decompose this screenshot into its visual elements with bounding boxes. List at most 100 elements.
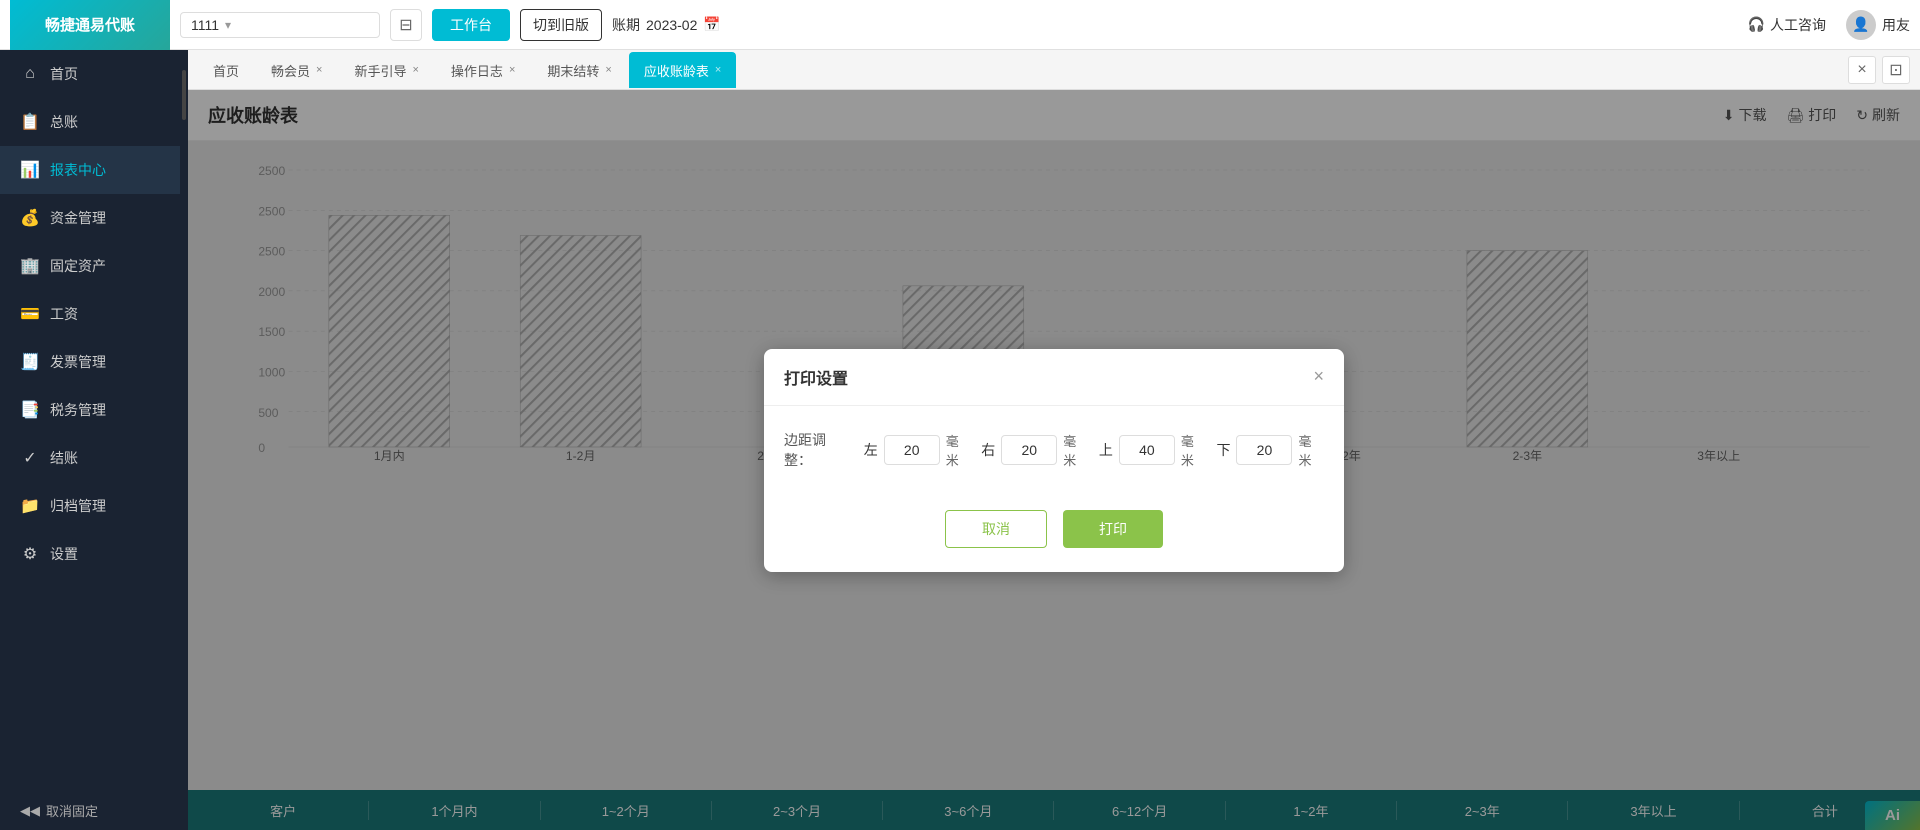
sidebar-item-label: 报表中心 [50,160,106,180]
avatar: 👤 [1846,10,1876,40]
top-unit: 毫米 [1181,431,1207,469]
dialog-close-button[interactable]: × [1313,366,1324,387]
chevron-down-icon: ▾ [225,18,231,32]
user-info[interactable]: 👤 用友 [1846,10,1910,40]
sidebar-item-tax[interactable]: 📑 税务管理 [0,386,180,434]
sidebar-item-checkout[interactable]: ✓ 结账 [0,434,180,482]
sidebar-item-label: 资金管理 [50,208,106,228]
sidebar-item-settings[interactable]: ⚙ 设置 [0,530,180,578]
tab-member-label: 畅会员 [271,61,310,80]
sidebar-scroll-thumb [182,70,186,120]
sidebar-item-label: 发票管理 [50,352,106,372]
expand-button[interactable]: ⊡ [1882,56,1910,84]
margin-right-input[interactable] [1001,435,1057,465]
support-link[interactable]: 🎧 人工咨询 [1748,15,1826,35]
sidebar-scrollbar[interactable] [180,50,188,830]
sidebar-item-reports[interactable]: 📊 报表中心 [0,146,180,194]
margin-top-group: 上 毫米 [1099,431,1207,469]
main-layout: ⌂ 首页 📋 总账 📊 报表中心 💰 资金管理 🏢 固定资产 💳 工资 [0,50,1920,830]
app-logo: 畅捷通易代账 [10,0,170,50]
switch-version-button[interactable]: 切到旧版 [520,9,602,41]
assets-icon: 🏢 [20,256,40,276]
margin-right-group: 右 毫米 [981,431,1089,469]
close-all-tabs-button[interactable]: × [1848,56,1876,84]
sidebar-item-home[interactable]: ⌂ 首页 [0,50,180,98]
home-icon: ⌂ [20,65,40,83]
margin-top-input[interactable] [1119,435,1175,465]
tab-guide-close[interactable]: × [412,64,418,76]
pin-label: 取消固定 [46,801,98,820]
dialog-footer: 取消 打印 [764,494,1344,572]
support-label: 人工咨询 [1770,15,1826,35]
sidebar-item-archive[interactable]: 📁 归档管理 [0,482,180,530]
sidebar-item-label: 税务管理 [50,400,106,420]
sidebar-item-label: 首页 [50,64,78,84]
tab-bar-controls: × ⊡ [1848,56,1910,84]
calendar-icon[interactable]: 📅 [703,16,720,33]
right-unit: 毫米 [1063,431,1089,469]
sidebar: ⌂ 首页 📋 总账 📊 报表中心 💰 资金管理 🏢 固定资产 💳 工资 [0,50,180,830]
margin-left-group: 左 毫米 [864,431,972,469]
headset-icon: 🎧 [1748,16,1765,33]
sidebar-item-label: 结账 [50,448,78,468]
payroll-icon: 💳 [20,304,40,324]
tab-guide[interactable]: 新手引导 × [339,52,433,88]
top-label: 上 [1099,440,1113,460]
tab-period-end-close[interactable]: × [605,64,611,76]
tab-aging-label: 应收账龄表 [644,61,709,80]
sidebar-item-assets[interactable]: 🏢 固定资产 [0,242,180,290]
sidebar-pin-btn[interactable]: ◀◀ 取消固定 [0,791,180,830]
funds-icon: 💰 [20,208,40,228]
sidebar-item-payroll[interactable]: 💳 工资 [0,290,180,338]
tax-icon: 📑 [20,400,40,420]
margin-bottom-input[interactable] [1236,435,1292,465]
print-settings-dialog: 打印设置 × 边距调整： 左 毫米 右 [764,349,1344,572]
tab-period-end[interactable]: 期末结转 × [532,52,626,88]
dialog-header: 打印设置 × [764,349,1344,406]
tab-aging-close[interactable]: × [715,64,721,76]
company-name: 1111 [191,17,219,33]
bottom-label: 下 [1216,440,1230,460]
margin-bottom-group: 下 毫米 [1216,431,1324,469]
bottom-unit: 毫米 [1298,431,1324,469]
page-content: 应收账龄表 ⬇ 下载 🖨 打印 ↻ 刷新 [188,90,1920,830]
tab-member[interactable]: 畅会员 × [256,52,337,88]
archive-icon: 📁 [20,496,40,516]
sidebar-item-label: 总账 [50,112,78,132]
tab-guide-label: 新手引导 [354,61,406,80]
cancel-button[interactable]: 取消 [945,510,1047,548]
settings-icon: ⚙ [20,544,40,564]
tab-log-close[interactable]: × [509,64,515,76]
sidebar-item-invoice[interactable]: 🧾 发票管理 [0,338,180,386]
dialog-body: 边距调整： 左 毫米 右 毫米 [764,406,1344,494]
tab-bar: 首页 畅会员 × 新手引导 × 操作日志 × 期末结转 × 应收账龄表 × [188,50,1920,90]
confirm-print-button[interactable]: 打印 [1063,510,1163,548]
content-area: 首页 畅会员 × 新手引导 × 操作日志 × 期末结转 × 应收账龄表 × [188,50,1920,830]
tab-home[interactable]: 首页 [198,52,254,88]
user-label: 用友 [1882,15,1910,35]
tab-log-label: 操作日志 [451,61,503,80]
dialog-title: 打印设置 [784,365,848,389]
tab-home-label: 首页 [213,61,239,80]
left-unit: 毫米 [946,431,972,469]
left-label: 左 [864,440,878,460]
modal-overlay: 打印设置 × 边距调整： 左 毫米 右 [188,90,1920,830]
company-selector[interactable]: 1111 ▾ [180,12,380,38]
tab-log[interactable]: 操作日志 × [436,52,530,88]
period-label: 账期 [612,15,640,35]
tab-aging[interactable]: 应收账龄表 × [629,52,736,88]
right-label: 右 [981,440,995,460]
copy-button[interactable]: ⊟ [390,9,422,41]
top-bar-right: 🎧 人工咨询 👤 用友 [1748,10,1910,40]
pin-icon: ◀◀ [20,803,40,819]
sidebar-item-label: 工资 [50,304,78,324]
margin-left-input[interactable] [884,435,940,465]
checkout-icon: ✓ [20,448,40,468]
period-info: 账期 2023-02 📅 [612,15,721,35]
tab-member-close[interactable]: × [316,64,322,76]
sidebar-item-funds[interactable]: 💰 资金管理 [0,194,180,242]
workbench-button[interactable]: 工作台 [432,9,510,41]
margin-row: 边距调整： 左 毫米 右 毫米 [784,430,1324,470]
sidebar-item-label: 归档管理 [50,496,106,516]
sidebar-item-ledger[interactable]: 📋 总账 [0,98,180,146]
